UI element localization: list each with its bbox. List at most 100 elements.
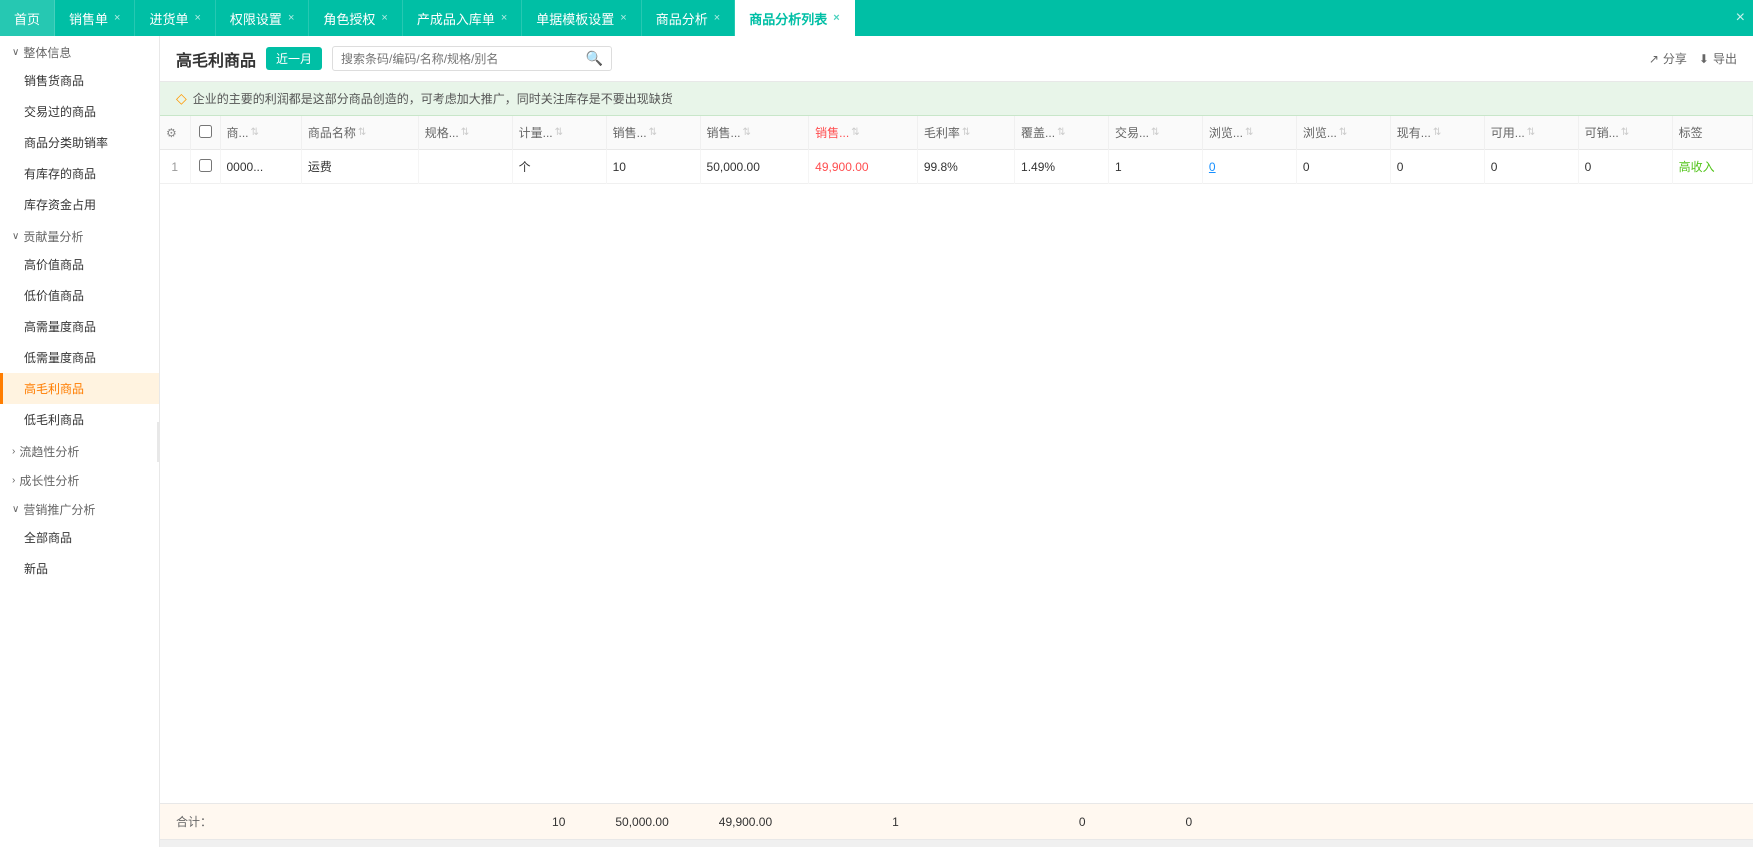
col-cover-rate-label: 覆盖... [1021,124,1055,141]
col-name-label: 商品名称 [308,124,356,141]
col-avail-stock[interactable]: 可用... ⇅ [1484,116,1578,150]
col-browse2[interactable]: 浏览... ⇅ [1296,116,1390,150]
nav-tab-home[interactable]: 首页 [0,0,55,36]
nav-tab-analysis-list-close[interactable]: × [833,12,839,24]
footer-total-bar: 合计： 10 50,000.00 49,900.00 1 0 0 [160,803,1753,839]
footer-current-stock: 0 [1079,815,1086,829]
nav-tab-sales-close[interactable]: × [114,12,120,24]
col-trade-count[interactable]: 交易... ⇅ [1108,116,1202,150]
sidebar-item-traded-goods[interactable]: 交易过的商品 [0,96,159,127]
col-name[interactable]: 商品名称 ⇅ [301,116,418,150]
col-browse1[interactable]: 浏览... ⇅ [1202,116,1296,150]
nav-tab-purchase-label: 进货单 [149,9,188,28]
sidebar-item-low-margin[interactable]: 低毛利商品 [0,404,159,435]
nav-tab-product-instock-close[interactable]: × [501,12,507,24]
nav-tab-template-label: 单据模板设置 [536,9,614,28]
nav-tab-permission[interactable]: 权限设置 × [216,0,309,36]
group-contribution-arrow: ∨ [12,231,19,242]
select-all-checkbox[interactable] [199,125,212,138]
sidebar-item-low-demand[interactable]: 低需量度商品 [0,342,159,373]
search-input[interactable] [341,52,586,66]
nav-tab-home-label: 首页 [14,9,40,28]
nav-tab-role-close[interactable]: × [381,12,387,24]
nav-tab-role[interactable]: 角色授权 × [309,0,402,36]
sidebar-group-contribution[interactable]: ∨ 贡献量分析 [0,220,159,249]
sidebar-item-high-value[interactable]: 高价值商品 [0,249,159,280]
period-button[interactable]: 近一月 [266,47,322,70]
nav-tab-analysis-list[interactable]: 商品分析列表 × [735,0,854,36]
browse1-link-1[interactable]: 0 [1209,160,1216,174]
sidebar-group-growth[interactable]: › 成长性分析 [0,464,159,493]
sidebar-item-high-margin[interactable]: 高毛利商品 [0,373,159,404]
col-tag[interactable]: 标签 [1672,116,1752,150]
sidebar-item-high-demand[interactable]: 高需量度商品 [0,311,159,342]
nav-tab-analysis[interactable]: 商品分析 × [642,0,735,36]
nav-tab-purchase[interactable]: 进货单 × [135,0,215,36]
data-table: ⚙ 商... ⇅ 商品名称 [160,116,1753,184]
nav-tab-product-instock[interactable]: 产成品入库单 × [403,0,522,36]
export-button[interactable]: ⬇ 导出 [1699,50,1737,67]
col-cover-rate[interactable]: 覆盖... ⇅ [1015,116,1109,150]
sidebar-item-with-stock[interactable]: 有库存的商品 [0,158,159,189]
nav-tab-sales[interactable]: 销售单 × [55,0,135,36]
nav-tab-analysis-close[interactable]: × [714,12,720,24]
col-cover-rate-sort: ⇅ [1057,127,1065,138]
col-saleable-stock[interactable]: 可销... ⇅ [1578,116,1672,150]
col-code-label: 商... [227,124,249,141]
cell-checkbox-1[interactable] [190,150,220,184]
group-marketing-arrow: ∨ [12,504,19,515]
cell-sales-qty-1: 10 [606,150,700,184]
col-spec[interactable]: 规格... ⇅ [418,116,512,150]
col-code[interactable]: 商... ⇅ [220,116,301,150]
col-current-stock[interactable]: 现有... ⇅ [1390,116,1484,150]
col-sales-qty[interactable]: 销售... ⇅ [606,116,700,150]
cell-browse1-1[interactable]: 0 [1202,150,1296,184]
nav-tab-permission-close[interactable]: × [288,12,294,24]
row-checkbox-1[interactable] [199,159,212,172]
col-unit[interactable]: 计量... ⇅ [512,116,606,150]
sidebar-item-sales-goods[interactable]: 销售货商品 [0,65,159,96]
group-growth-arrow: › [12,475,15,486]
col-sales-amount[interactable]: 销售... ⇅ [700,116,809,150]
sidebar-item-stock-capital-label: 库存资金占用 [24,198,96,212]
sidebar-group-trend[interactable]: › 流趋性分析 [0,435,159,464]
content-area: 高毛利商品 近一月 🔍 ↗ 分享 ⬇ 导出 ◇ 企业的主要的利润都是这部分商品创… [160,36,1753,847]
main-layout: 《 ∨ 整体信息 销售货商品 交易过的商品 商品分类助销率 有库存的商品 库存资… [0,36,1753,847]
share-button[interactable]: ↗ 分享 [1649,50,1687,67]
col-saleable-stock-label: 可销... [1585,124,1619,141]
sidebar-item-all-goods[interactable]: 全部商品 [0,522,159,553]
sidebar-item-new-goods[interactable]: 新品 [0,553,159,584]
col-checkbox[interactable] [190,116,220,150]
nav-tab-purchase-close[interactable]: × [194,12,200,24]
nav-tab-product-instock-label: 产成品入库单 [417,9,495,28]
footer-saleable-stock: 0 [1186,815,1193,829]
sidebar-collapse-button[interactable]: 《 [157,422,160,462]
sidebar-item-sales-goods-label: 销售货商品 [24,74,84,88]
cell-unit-1: 个 [512,150,606,184]
col-settings[interactable]: ⚙ [160,116,190,150]
col-sales-profit-sort: ⇅ [851,127,859,138]
col-sales-amount-label: 销售... [707,124,741,141]
nav-tab-sales-label: 销售单 [69,9,108,28]
nav-tab-template-close[interactable]: × [620,12,626,24]
footer-trade-count: 1 [892,815,899,829]
table-header-row: ⚙ 商... ⇅ 商品名称 [160,116,1753,150]
horizontal-scrollbar[interactable] [160,839,1753,847]
sidebar-item-low-value[interactable]: 低价值商品 [0,280,159,311]
cell-sales-profit-1: 49,900.00 [809,150,918,184]
nav-close-all-button[interactable]: × [1736,9,1745,27]
tag-badge-1: 高收入 [1679,160,1715,174]
sidebar-item-category-rate[interactable]: 商品分类助销率 [0,127,159,158]
nav-tab-template[interactable]: 单据模板设置 × [522,0,641,36]
sidebar-item-high-demand-label: 高需量度商品 [24,320,96,334]
col-sales-amount-sort: ⇅ [743,127,751,138]
search-icon[interactable]: 🔍 [586,50,603,67]
sidebar-group-marketing[interactable]: ∨ 营销推广分析 [0,493,159,522]
col-gross-rate[interactable]: 毛利率 ⇅ [917,116,1014,150]
col-sales-profit[interactable]: 销售... ⇅ [809,116,918,150]
sidebar-item-stock-capital[interactable]: 库存资金占用 [0,189,159,220]
group-contribution-label: 贡献量分析 [23,228,83,245]
table-container: ⚙ 商... ⇅ 商品名称 [160,116,1753,803]
sidebar-group-overall[interactable]: ∨ 整体信息 [0,36,159,65]
cell-saleable-stock-1: 0 [1578,150,1672,184]
